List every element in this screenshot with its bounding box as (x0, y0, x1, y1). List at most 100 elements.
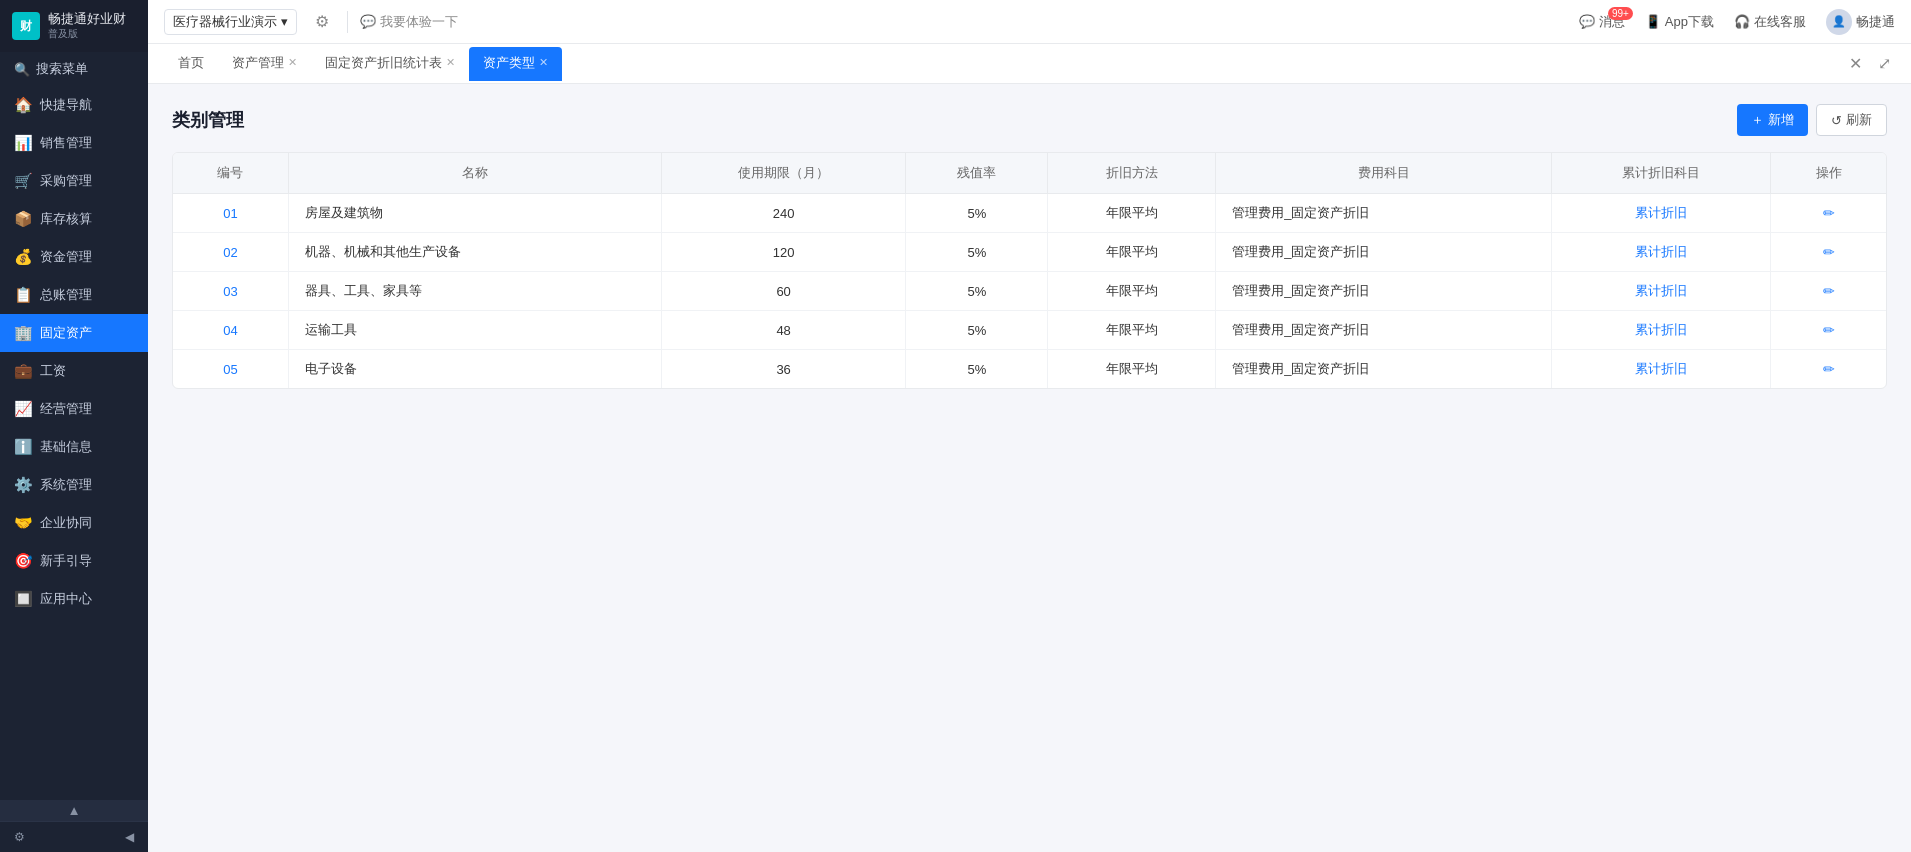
topbar-divider (347, 11, 348, 33)
cell-method: 年限平均 (1048, 194, 1216, 233)
sidebar-item-zhangzhang[interactable]: 📋 总账管理 (0, 276, 148, 314)
sidebar-item-xiaoshou[interactable]: 📊 销售管理 (0, 124, 148, 162)
refresh-button-label: 刷新 (1846, 111, 1872, 129)
cell-action[interactable]: ✏ (1771, 311, 1886, 350)
sidebar-item-gudingzichan[interactable]: 🏢 固定资产 (0, 314, 148, 352)
close-tab-btn[interactable]: ✕ (1845, 52, 1866, 75)
cell-id: 03 (173, 272, 288, 311)
cell-method: 年限平均 (1048, 350, 1216, 389)
customer-service-label: 在线客服 (1754, 13, 1806, 31)
cell-period: 60 (661, 272, 906, 311)
sidebar-item-label: 基础信息 (40, 438, 92, 456)
sidebar-item-kuaijie[interactable]: 🏠 快捷导航 (0, 86, 148, 124)
edit-icon[interactable]: ✏ (1823, 283, 1835, 299)
customer-service-btn[interactable]: 🎧 在线客服 (1734, 13, 1806, 31)
table-row: 03 器具、工具、家具等 60 5% 年限平均 管理费用_固定资产折旧 累计折旧… (173, 272, 1886, 311)
experience-btn[interactable]: 💬 我要体验一下 (360, 13, 458, 31)
chevron-down-icon: ▾ (281, 14, 288, 29)
collapse-icon[interactable]: ◀ (125, 830, 134, 844)
cell-residual: 5% (906, 194, 1048, 233)
refresh-button[interactable]: ↺ 刷新 (1816, 104, 1887, 136)
sidebar-scroll-up[interactable]: ▲ (0, 800, 148, 821)
tab-asset-mgmt[interactable]: 资产管理 ✕ (218, 46, 311, 82)
tab-asset-type-close[interactable]: ✕ (539, 56, 548, 69)
sidebar-item-yingyong[interactable]: 🔲 应用中心 (0, 580, 148, 618)
avatar: 👤 (1826, 9, 1852, 35)
tab-depreciation-table-label: 固定资产折旧统计表 (325, 54, 442, 72)
table-row: 04 运输工具 48 5% 年限平均 管理费用_固定资产折旧 累计折旧 ✏ (173, 311, 1886, 350)
new-button[interactable]: ＋ 新增 (1737, 104, 1808, 136)
table-header-row: 编号 名称 使用期限（月） 残值率 折旧方法 费用科目 累计折旧科目 操作 (173, 153, 1886, 194)
sidebar-subtitle: 普及版 (48, 27, 126, 41)
cell-acc-subject: 累计折旧 (1552, 233, 1771, 272)
cell-cost-subject: 管理费用_固定资产折旧 (1216, 194, 1552, 233)
cell-residual: 5% (906, 311, 1048, 350)
sidebar-item-caigou[interactable]: 🛒 采购管理 (0, 162, 148, 200)
sidebar-item-qiye[interactable]: 🤝 企业协同 (0, 504, 148, 542)
cell-cost-subject: 管理费用_固定资产折旧 (1216, 233, 1552, 272)
edit-icon[interactable]: ✏ (1823, 361, 1835, 377)
cell-residual: 5% (906, 233, 1048, 272)
cell-acc-subject: 累计折旧 (1552, 272, 1771, 311)
app-download-btn[interactable]: 📱 App下载 (1645, 13, 1714, 31)
content-actions: ＋ 新增 ↺ 刷新 (1737, 104, 1887, 136)
user-name: 畅捷通 (1856, 13, 1895, 31)
tab-asset-type[interactable]: 资产类型 ✕ (469, 47, 562, 81)
cell-cost-subject: 管理费用_固定资产折旧 (1216, 350, 1552, 389)
appstore-icon: 🔲 (14, 590, 32, 608)
sidebar-search[interactable]: 🔍 搜索菜单 (0, 52, 148, 86)
sidebar-item-zijin[interactable]: 💰 资金管理 (0, 238, 148, 276)
mobile-icon: 📱 (1645, 14, 1661, 29)
cell-id: 02 (173, 233, 288, 272)
cell-action[interactable]: ✏ (1771, 350, 1886, 389)
tab-home[interactable]: 首页 (164, 46, 218, 82)
col-action: 操作 (1771, 153, 1886, 194)
tab-depreciation-table[interactable]: 固定资产折旧统计表 ✕ (311, 46, 469, 82)
sidebar-item-jichu[interactable]: ℹ️ 基础信息 (0, 428, 148, 466)
cell-action[interactable]: ✏ (1771, 233, 1886, 272)
sidebar-item-kucun[interactable]: 📦 库存核算 (0, 200, 148, 238)
topbar-gear-icon[interactable]: ⚙ (309, 10, 335, 33)
cell-period: 120 (661, 233, 906, 272)
chat-icon: 💬 (360, 14, 376, 29)
edit-icon[interactable]: ✏ (1823, 322, 1835, 338)
sidebar-item-label: 工资 (40, 362, 66, 380)
company-selector[interactable]: 医疗器械行业演示 ▾ (164, 9, 297, 35)
sidebar-item-xinshou[interactable]: 🎯 新手引导 (0, 542, 148, 580)
cell-action[interactable]: ✏ (1771, 194, 1886, 233)
sidebar-item-label: 采购管理 (40, 172, 92, 190)
tab-asset-type-label: 资产类型 (483, 54, 535, 72)
collab-icon: 🤝 (14, 514, 32, 532)
topbar-right: 💬 消息 99+ 📱 App下载 🎧 在线客服 👤 畅捷通 (1579, 9, 1895, 35)
tab-asset-mgmt-close[interactable]: ✕ (288, 56, 297, 69)
edit-icon[interactable]: ✏ (1823, 205, 1835, 221)
cell-period: 36 (661, 350, 906, 389)
app-download-label: App下载 (1665, 13, 1714, 31)
expand-tab-btn[interactable]: ⤢ (1874, 52, 1895, 75)
tab-depreciation-close[interactable]: ✕ (446, 56, 455, 69)
sidebar-item-label: 库存核算 (40, 210, 92, 228)
cell-cost-subject: 管理费用_固定资产折旧 (1216, 272, 1552, 311)
edit-icon[interactable]: ✏ (1823, 244, 1835, 260)
message-btn[interactable]: 💬 消息 99+ (1579, 13, 1625, 31)
cell-id: 05 (173, 350, 288, 389)
sidebar-footer: ⚙ ◀ (0, 821, 148, 852)
cell-id: 01 (173, 194, 288, 233)
sidebar-search-label: 搜索菜单 (36, 60, 88, 78)
cell-action[interactable]: ✏ (1771, 272, 1886, 311)
sidebar-item-label: 应用中心 (40, 590, 92, 608)
settings-icon[interactable]: ⚙ (14, 830, 25, 844)
tabs-bar: 首页 资产管理 ✕ 固定资产折旧统计表 ✕ 资产类型 ✕ ✕ ⤢ (148, 44, 1911, 84)
cell-method: 年限平均 (1048, 233, 1216, 272)
sidebar-item-xitong[interactable]: ⚙️ 系统管理 (0, 466, 148, 504)
message-badge: 99+ (1608, 7, 1633, 20)
sidebar-item-label: 企业协同 (40, 514, 92, 532)
company-name: 医疗器械行业演示 (173, 13, 277, 31)
sidebar-item-jingying[interactable]: 📈 经营管理 (0, 390, 148, 428)
sidebar-item-gongzi[interactable]: 💼 工资 (0, 352, 148, 390)
sidebar-item-label: 经营管理 (40, 400, 92, 418)
col-period: 使用期限（月） (661, 153, 906, 194)
home-icon: 🏠 (14, 96, 32, 114)
sidebar: 财 畅捷通好业财 普及版 🔍 搜索菜单 🏠 快捷导航 📊 销售管理 🛒 采购管理… (0, 0, 148, 852)
user-profile-btn[interactable]: 👤 畅捷通 (1826, 9, 1895, 35)
